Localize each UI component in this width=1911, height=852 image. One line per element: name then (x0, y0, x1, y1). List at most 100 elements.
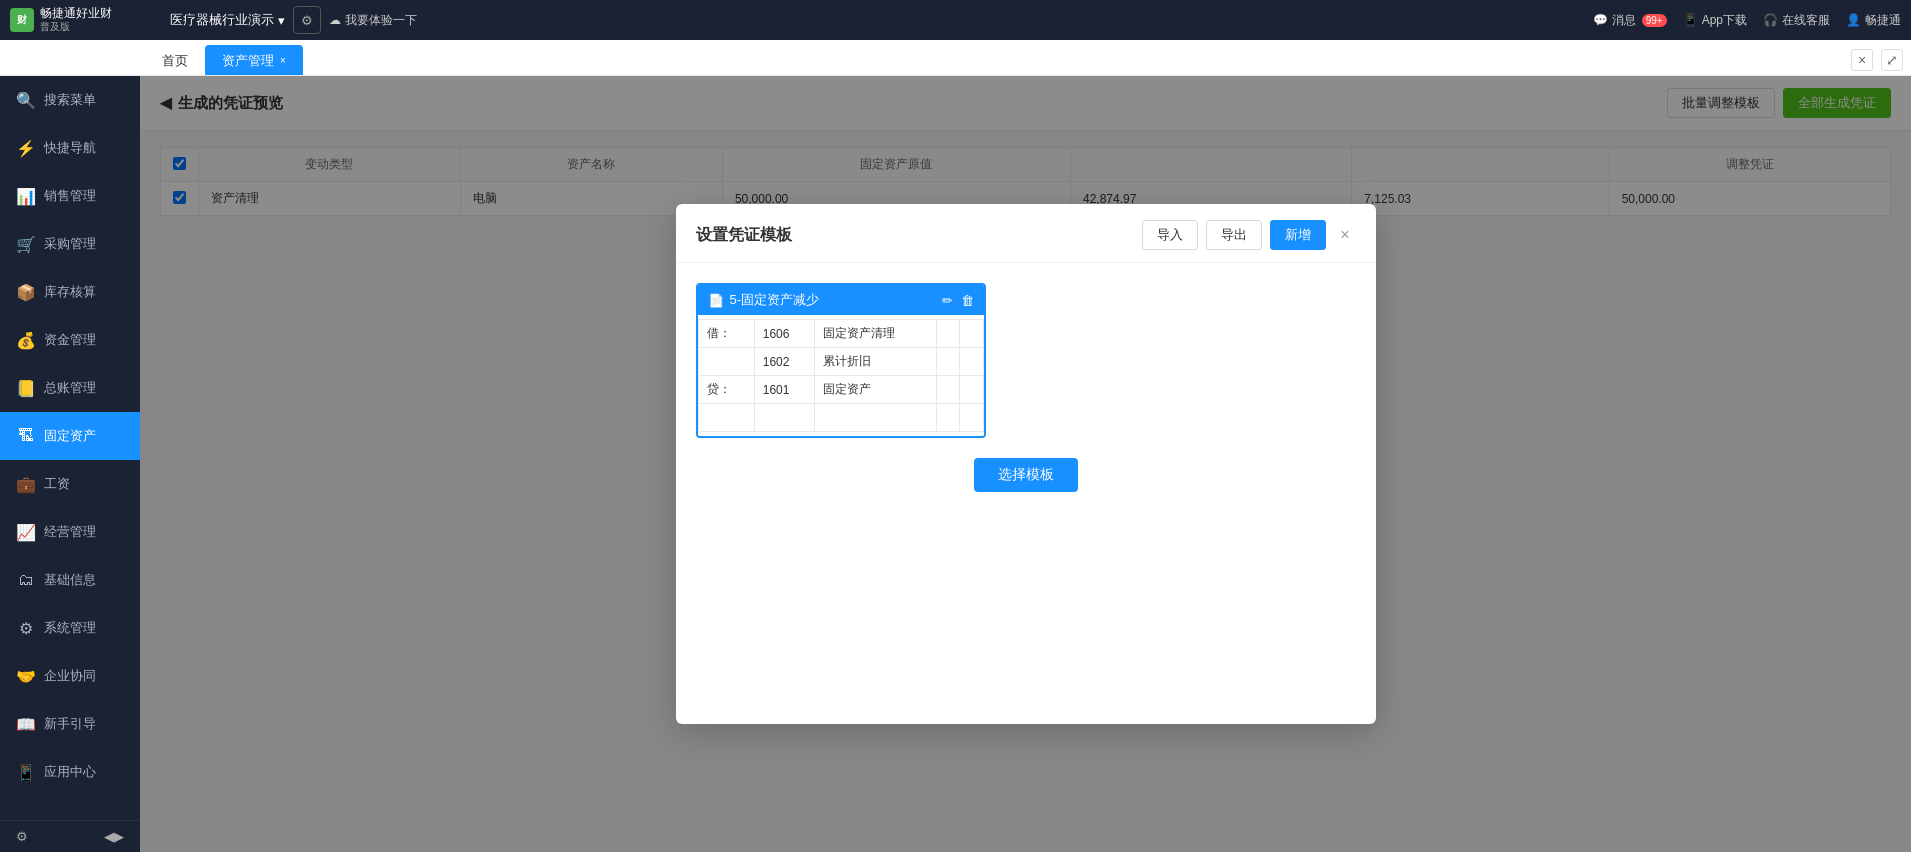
sidebar-item-finance[interactable]: 💰 资金管理 (0, 316, 140, 364)
entry-code-2: 1602 (754, 348, 814, 376)
basics-icon: 🗂 (16, 571, 36, 589)
sidebar-item-search[interactable]: 🔍 搜索菜单 (0, 76, 140, 124)
entry-type-3: 贷： (698, 376, 754, 404)
entry-code-1: 1606 (754, 320, 814, 348)
window-close-button[interactable]: × (1851, 49, 1873, 71)
entry-debit-2 (936, 348, 959, 376)
modal-overlay: 设置凭证模板 导入 导出 新增 × 📄 5-固定资产减少 (140, 76, 1911, 852)
sidebar-item-enterprise[interactable]: 🤝 企业协同 (0, 652, 140, 700)
salary-icon: 💼 (16, 475, 36, 494)
entry-account-3: 固定资产 (814, 376, 936, 404)
user-icon: 👤 (1846, 13, 1861, 27)
quicknav-icon: ⚡ (16, 139, 36, 158)
window-maximize-button[interactable]: ⤢ (1881, 49, 1903, 71)
user-menu[interactable]: 👤 畅捷通 (1846, 12, 1901, 29)
sidebar-item-salary[interactable]: 💼 工资 (0, 460, 140, 508)
tabbar: 首页 资产管理 × × ⤢ (0, 40, 1911, 76)
sidebar-item-guide[interactable]: 📖 新手引导 (0, 700, 140, 748)
topbar-right: 💬 消息 99+ 📱 App下载 🎧 在线客服 👤 畅捷通 (1593, 12, 1901, 29)
sidebar-item-apps[interactable]: 📱 应用中心 (0, 748, 140, 796)
entry-account-1: 固定资产清理 (814, 320, 936, 348)
template-entries-table: 借： 1606 固定资产清理 1602 (698, 319, 984, 432)
window-controls: × ⤢ (1851, 49, 1911, 75)
import-button[interactable]: 导入 (1142, 220, 1198, 250)
online-service-button[interactable]: 🎧 在线客服 (1763, 12, 1830, 29)
export-button[interactable]: 导出 (1206, 220, 1262, 250)
topbar-center: 医疗器械行业演示 ▾ ⚙ ☁ 我要体验一下 (150, 6, 1593, 34)
finance-icon: 💰 (16, 331, 36, 350)
sidebar-item-purchase[interactable]: 🛒 采购管理 (0, 220, 140, 268)
sidebar-item-quicknav[interactable]: ⚡ 快捷导航 (0, 124, 140, 172)
sidebar-bottom: ⚙ ◀▶ (0, 820, 140, 852)
dialog-header-actions: 导入 导出 新增 × (1142, 220, 1355, 250)
tab-asset-management[interactable]: 资产管理 × (205, 45, 303, 75)
sidebar-item-ledger[interactable]: 📒 总账管理 (0, 364, 140, 412)
template-edit-icon[interactable]: ✏ (942, 293, 953, 308)
sidebar-item-fixed-assets[interactable]: 🏗 固定资产 (0, 412, 140, 460)
sidebar-collapse-icon[interactable]: ◀▶ (104, 829, 124, 844)
logo: 财 畅捷通好业财 普及版 (10, 6, 150, 34)
sidebar: 🔍 搜索菜单 ⚡ 快捷导航 📊 销售管理 🛒 采购管理 📦 库存核算 💰 资金管… (0, 76, 140, 852)
main-layout: 🔍 搜索菜单 ⚡ 快捷导航 📊 销售管理 🛒 采购管理 📦 库存核算 💰 资金管… (0, 76, 1911, 852)
template-doc-icon: 📄 (708, 293, 724, 308)
entry-type-4 (698, 404, 754, 432)
dialog-title: 设置凭证模板 (696, 225, 792, 246)
logo-sub: 普及版 (40, 20, 112, 34)
template-card-header: 📄 5-固定资产减少 ✏ 🗑 (698, 285, 984, 315)
entry-credit-3 (960, 376, 983, 404)
dialog: 设置凭证模板 导入 导出 新增 × 📄 5-固定资产减少 (676, 204, 1376, 724)
message-icon: 💬 (1593, 13, 1608, 27)
entry-account-4 (814, 404, 936, 432)
sales-icon: 📊 (16, 187, 36, 206)
enterprise-icon: 🤝 (16, 667, 36, 686)
entry-code-3: 1601 (754, 376, 814, 404)
entry-debit-1 (936, 320, 959, 348)
template-entry-row-3: 贷： 1601 固定资产 (698, 376, 983, 404)
headset-icon: 🎧 (1763, 13, 1778, 27)
content-area: ◀ 生成的凭证预览 批量调整模板 全部生成凭证 变动类型 资产名称 固定资产原值 (140, 76, 1911, 852)
tab-home[interactable]: 首页 (145, 45, 205, 75)
messages-badge: 99+ (1642, 14, 1667, 27)
phone-icon: 📱 (1683, 13, 1698, 27)
apps-icon: 📱 (16, 763, 36, 782)
sidebar-item-system[interactable]: ⚙ 系统管理 (0, 604, 140, 652)
entry-code-4 (754, 404, 814, 432)
template-card-body: 借： 1606 固定资产清理 1602 (698, 315, 984, 436)
guide-icon: 📖 (16, 715, 36, 734)
entry-type-1: 借： (698, 320, 754, 348)
dropdown-icon: ▾ (278, 13, 285, 28)
new-button[interactable]: 新增 (1270, 220, 1326, 250)
messages-button[interactable]: 💬 消息 99+ (1593, 12, 1667, 29)
template-entry-row-1: 借： 1606 固定资产清理 (698, 320, 983, 348)
sidebar-item-sales[interactable]: 📊 销售管理 (0, 172, 140, 220)
topbar: 财 畅捷通好业财 普及版 医疗器械行业演示 ▾ ⚙ ☁ 我要体验一下 💬 消息 … (0, 0, 1911, 40)
entry-credit-1 (960, 320, 983, 348)
template-delete-icon[interactable]: 🗑 (961, 293, 974, 308)
experience-button[interactable]: ☁ 我要体验一下 (329, 12, 417, 29)
purchase-icon: 🛒 (16, 235, 36, 254)
fixed-assets-icon: 🏗 (16, 427, 36, 445)
app-download-button[interactable]: 📱 App下载 (1683, 12, 1747, 29)
company-name[interactable]: 医疗器械行业演示 ▾ (170, 11, 285, 29)
select-template-button[interactable]: 选择模板 (974, 458, 1078, 492)
dialog-close-button[interactable]: × (1334, 224, 1355, 246)
dialog-header: 设置凭证模板 导入 导出 新增 × (676, 204, 1376, 263)
topbar-settings-icon[interactable]: ⚙ (293, 6, 321, 34)
dialog-body: 📄 5-固定资产减少 ✏ 🗑 (676, 263, 1376, 724)
sidebar-item-basics[interactable]: 🗂 基础信息 (0, 556, 140, 604)
entry-type-2 (698, 348, 754, 376)
sidebar-item-operations[interactable]: 📈 经营管理 (0, 508, 140, 556)
template-entry-row-4 (698, 404, 983, 432)
template-card: 📄 5-固定资产减少 ✏ 🗑 (696, 283, 986, 438)
logo-text: 畅捷通好业财 (40, 6, 112, 20)
template-entry-row-2: 1602 累计折旧 (698, 348, 983, 376)
template-card-actions: ✏ 🗑 (942, 293, 974, 308)
sidebar-item-inventory[interactable]: 📦 库存核算 (0, 268, 140, 316)
tab-close-icon[interactable]: × (280, 55, 286, 66)
entry-debit-3 (936, 376, 959, 404)
ledger-icon: 📒 (16, 379, 36, 398)
template-card-title: 📄 5-固定资产减少 (708, 291, 820, 309)
search-icon: 🔍 (16, 91, 36, 110)
system-icon: ⚙ (16, 619, 36, 638)
sidebar-settings-icon[interactable]: ⚙ (16, 829, 28, 844)
